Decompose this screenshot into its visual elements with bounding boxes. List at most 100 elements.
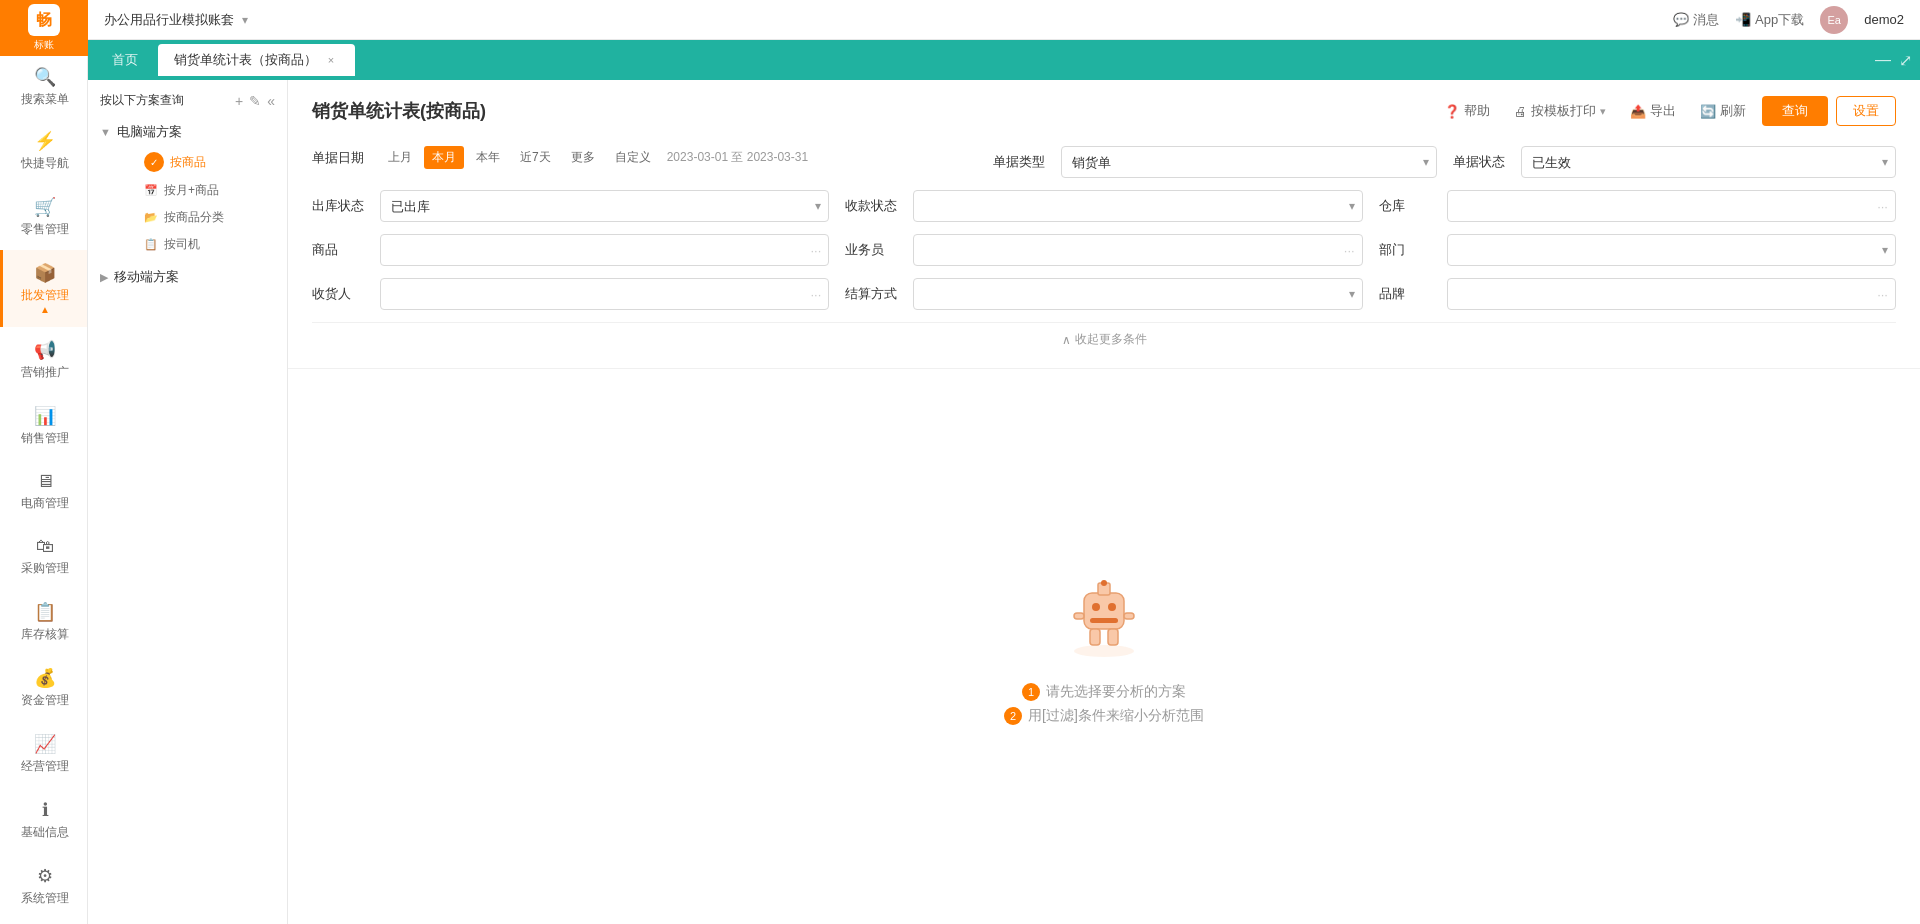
left-panel: 按以下方案查询 + ✎ « ▼ 电脑端方案 ✓ 按商品 📅 按月+ xyxy=(88,80,288,924)
sidebar-item-system[interactable]: ⚙ 系统管理 xyxy=(0,853,87,919)
warehouse-dots[interactable]: ··· xyxy=(1877,199,1888,214)
salesperson-input[interactable] xyxy=(913,234,1362,266)
filter-brand: 品牌 ··· xyxy=(1379,278,1896,310)
doc-type-select[interactable]: 销货单 xyxy=(1061,146,1436,178)
sidebar-item-inventory[interactable]: 📋 库存核算 xyxy=(0,589,87,655)
date-tab-this-month[interactable]: 本月 xyxy=(424,146,464,169)
by-category-label: 按商品分类 xyxy=(164,209,224,226)
refresh-label: 刷新 xyxy=(1720,102,1746,120)
tab-maximize-icon[interactable]: ⤢ xyxy=(1899,51,1912,70)
filter-product: 商品 ··· xyxy=(312,234,829,266)
tree-item-by-month-product[interactable]: 📅 按月+商品 xyxy=(112,177,287,204)
tree-item-by-product[interactable]: ✓ 按商品 xyxy=(112,147,287,177)
sidebar-quick-nav[interactable]: ⚡ 快捷导航 xyxy=(0,118,87,184)
app-download-action[interactable]: 📲 App下载 xyxy=(1735,11,1804,29)
driver-icon: 📋 xyxy=(144,238,158,251)
tab-minimize-icon[interactable]: — xyxy=(1875,51,1891,69)
filter-payment-status: 收款状态 xyxy=(845,190,1362,222)
by-driver-label: 按司机 xyxy=(164,236,200,253)
refresh-icon: 🔄 xyxy=(1700,104,1716,119)
product-dots[interactable]: ··· xyxy=(810,243,821,258)
filter-warehouse: 仓库 ··· xyxy=(1379,190,1896,222)
user-avatar-text: Ea xyxy=(1828,14,1841,26)
settlement-select[interactable] xyxy=(913,278,1362,310)
edit-scheme-icon[interactable]: ✎ xyxy=(249,93,261,109)
payment-status-label: 收款状态 xyxy=(845,197,905,215)
filter-row-1: 单据日期 上月 本月 本年 近7天 更多 自定义 2023-03-01 至 20… xyxy=(312,146,1896,178)
sidebar-item-marketing[interactable]: 📢 营销推广 xyxy=(0,327,87,393)
left-panel-title: 按以下方案查询 xyxy=(100,92,184,109)
warehouse-input[interactable] xyxy=(1447,190,1896,222)
tree-pc-section[interactable]: ▼ 电脑端方案 xyxy=(88,117,287,147)
tree-expand-icon: ▼ xyxy=(100,126,111,138)
tree-mobile-expand-icon: ▶ xyxy=(100,271,108,284)
department-select[interactable] xyxy=(1447,234,1896,266)
add-scheme-icon[interactable]: + xyxy=(235,93,243,109)
date-tab-this-year[interactable]: 本年 xyxy=(468,146,508,169)
sidebar-item-wholesale[interactable]: 📦 批发管理 ▲ xyxy=(0,250,87,327)
print-arrow[interactable]: ▾ xyxy=(1600,105,1606,118)
doc-status-select[interactable]: 已生效 xyxy=(1521,146,1896,178)
sidebar-item-operation[interactable]: 📈 经营管理 xyxy=(0,721,87,787)
recipient-input[interactable] xyxy=(380,278,829,310)
user-name[interactable]: demo2 xyxy=(1864,12,1904,27)
export-button[interactable]: 📤 导出 xyxy=(1622,98,1684,124)
svg-point-0 xyxy=(1074,645,1134,657)
message-action[interactable]: 💬 消息 xyxy=(1673,11,1719,29)
salesperson-dots[interactable]: ··· xyxy=(1344,243,1355,258)
settings-button[interactable]: 设置 xyxy=(1836,96,1896,126)
date-tabs: 上月 本月 本年 近7天 更多 自定义 xyxy=(380,146,659,169)
tree-item-by-category[interactable]: 📂 按商品分类 xyxy=(112,204,287,231)
tree-mobile-label: 移动端方案 xyxy=(114,268,179,286)
date-tab-more[interactable]: 更多 xyxy=(563,146,603,169)
date-tab-last-7days[interactable]: 近7天 xyxy=(512,146,559,169)
topbar-title: 办公用品行业模拟账套 xyxy=(104,11,234,29)
wholesale-icon: 📦 xyxy=(34,262,56,284)
warehouse-label: 仓库 xyxy=(1379,197,1439,215)
sidebar-item-basic[interactable]: ℹ 基础信息 xyxy=(0,787,87,853)
tree-mobile-section[interactable]: ▶ 移动端方案 xyxy=(88,262,287,292)
date-tab-custom[interactable]: 自定义 xyxy=(607,146,659,169)
basic-label: 基础信息 xyxy=(21,824,69,841)
filter-row-2: 出库状态 已出库 收款状态 xyxy=(312,190,1896,222)
sidebar-item-sales[interactable]: 📊 销售管理 xyxy=(0,393,87,459)
svg-rect-9 xyxy=(1090,629,1100,645)
sidebar-item-enterprise[interactable]: 🤝 企业协同 xyxy=(0,919,87,924)
date-tab-last-month[interactable]: 上月 xyxy=(380,146,420,169)
sidebar-item-purchase[interactable]: 🛍 采购管理 xyxy=(0,524,87,589)
filter-row-4: 收货人 ··· 结算方式 xyxy=(312,278,1896,310)
collapse-panel-icon[interactable]: « xyxy=(267,93,275,109)
help-button[interactable]: ❓ 帮助 xyxy=(1436,98,1498,124)
main-area: 办公用品行业模拟账套 ▾ 💬 消息 📲 App下载 Ea demo2 首页 销货… xyxy=(88,0,1920,924)
collapse-button[interactable]: ∧ 收起更多条件 xyxy=(312,322,1896,356)
print-button[interactable]: 🖨 按模板打印 ▾ xyxy=(1506,98,1614,124)
svg-point-6 xyxy=(1101,580,1107,586)
retail-label: 零售管理 xyxy=(21,221,69,238)
topbar-dropdown-arrow[interactable]: ▾ xyxy=(242,13,248,27)
warehouse-status-select[interactable]: 已出库 xyxy=(380,190,829,222)
brand-input[interactable] xyxy=(1447,278,1896,310)
product-input[interactable] xyxy=(380,234,829,266)
sidebar-search[interactable]: 🔍 搜索菜单 xyxy=(0,56,87,118)
doc-type-label: 单据类型 xyxy=(993,153,1053,171)
active-scheme-icon: ✓ xyxy=(144,152,164,172)
quick-nav-label: 快捷导航 xyxy=(21,155,69,172)
refresh-button[interactable]: 🔄 刷新 xyxy=(1692,98,1754,124)
tab-home[interactable]: 首页 xyxy=(96,44,154,76)
topbar: 办公用品行业模拟账套 ▾ 💬 消息 📲 App下载 Ea demo2 xyxy=(88,0,1920,40)
query-button[interactable]: 查询 xyxy=(1762,96,1828,126)
sidebar-item-retail[interactable]: 🛒 零售管理 xyxy=(0,184,87,250)
brand-dots[interactable]: ··· xyxy=(1877,287,1888,302)
tree-item-by-driver[interactable]: 📋 按司机 xyxy=(112,231,287,258)
tab-sales-stats[interactable]: 销货单统计表（按商品） × xyxy=(158,44,355,76)
date-label: 单据日期 xyxy=(312,149,372,167)
app-download-label: App下载 xyxy=(1755,11,1804,29)
tab-close-icon[interactable]: × xyxy=(323,52,339,68)
payment-status-select[interactable] xyxy=(913,190,1362,222)
sidebar-item-finance[interactable]: 💰 资金管理 xyxy=(0,655,87,721)
quick-nav-icon: ⚡ xyxy=(34,130,56,152)
recipient-dots[interactable]: ··· xyxy=(810,287,821,302)
app-logo[interactable]: 畅 标账 xyxy=(0,0,88,56)
sidebar-item-ecommerce[interactable]: 🖥 电商管理 xyxy=(0,459,87,524)
user-avatar[interactable]: Ea xyxy=(1820,6,1848,34)
